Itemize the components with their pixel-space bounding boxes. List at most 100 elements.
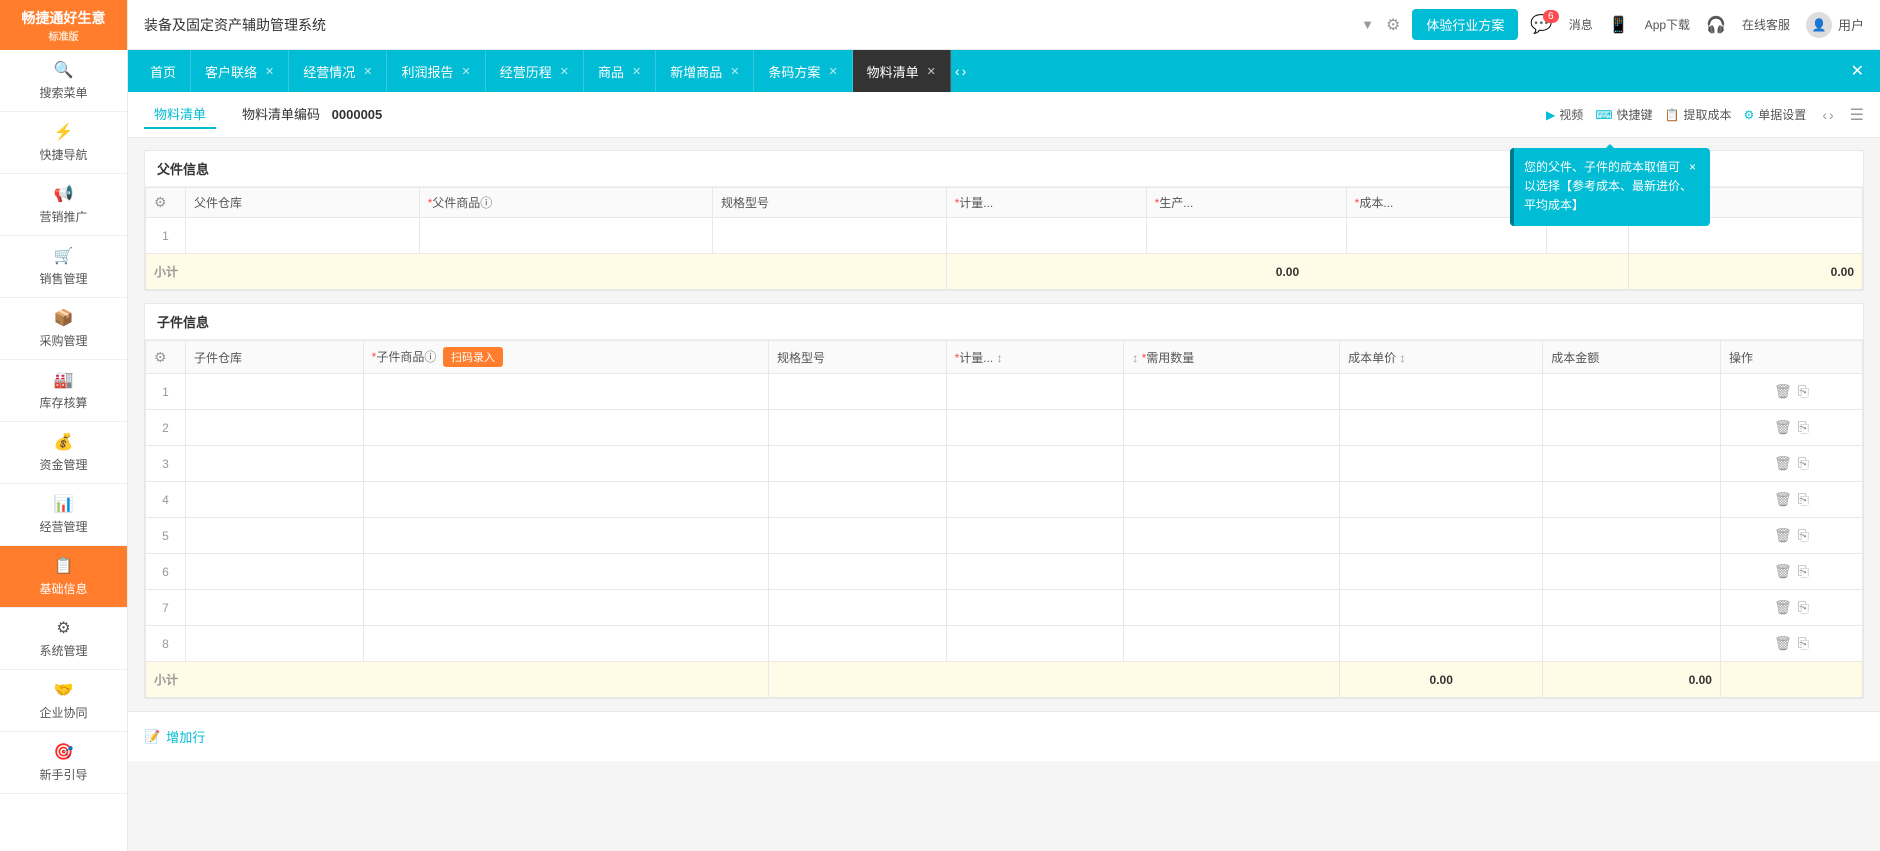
nav-tab-7[interactable]: 条码方案✕ (754, 50, 852, 92)
child-cell-spec-5[interactable] (768, 518, 946, 554)
nav-tab-4[interactable]: 经营历程✕ (486, 50, 584, 92)
sidebar-item-5[interactable]: 🏭库存核算 (0, 360, 127, 422)
child-copy-8[interactable]: ⎘ (1798, 635, 1809, 652)
child-cell-spec-8[interactable] (768, 626, 946, 662)
child-cell-product-5[interactable] (363, 518, 768, 554)
message-icon[interactable]: 💬 6 (1530, 14, 1552, 35)
sub-tab-material-list[interactable]: 物料清单 (144, 100, 216, 129)
child-delete-3[interactable]: 🗑 (1774, 455, 1792, 472)
headset-icon[interactable]: 🎧 (1706, 15, 1726, 35)
child-cell-unit-price-3[interactable] (1340, 446, 1543, 482)
settings-icon[interactable]: ⚙ (1386, 15, 1400, 35)
child-cell-unit-6[interactable] (946, 554, 1124, 590)
parent-col-settings[interactable]: ⚙ (146, 188, 186, 218)
child-cell-qty-5[interactable] (1124, 518, 1340, 554)
nav-tab-5[interactable]: 商品✕ (584, 50, 656, 92)
online-service-label[interactable]: 在线客服 (1742, 16, 1790, 33)
child-cell-unit-price-2[interactable] (1340, 410, 1543, 446)
child-delete-5[interactable]: 🗑 (1774, 527, 1792, 544)
nav-tab-0[interactable]: 首页 (136, 50, 191, 92)
sidebar-item-7[interactable]: 📊经营管理 (0, 484, 127, 546)
child-cell-product-3[interactable] (363, 446, 768, 482)
child-cell-warehouse-6[interactable] (186, 554, 364, 590)
sidebar-item-10[interactable]: 🤝企业协同 (0, 670, 127, 732)
sub-nav-next[interactable]: › (1829, 107, 1834, 123)
sidebar-item-6[interactable]: 💰资金管理 (0, 422, 127, 484)
child-cell-qty-7[interactable] (1124, 590, 1340, 626)
child-cell-warehouse-3[interactable] (186, 446, 364, 482)
nav-tab-close-4[interactable]: ✕ (560, 65, 569, 78)
shortcut-action[interactable]: ⌨ 快捷键 (1595, 106, 1652, 123)
sidebar-item-2[interactable]: 📢营销推广 (0, 174, 127, 236)
child-cell-unit-7[interactable] (946, 590, 1124, 626)
sub-nav-prev[interactable]: ‹ (1822, 107, 1827, 123)
child-cell-unit-5[interactable] (946, 518, 1124, 554)
child-cell-qty-2[interactable] (1124, 410, 1340, 446)
child-cell-spec-4[interactable] (768, 482, 946, 518)
child-copy-3[interactable]: ⎘ (1798, 455, 1809, 472)
child-cell-qty-8[interactable] (1124, 626, 1340, 662)
nav-next[interactable]: › (962, 63, 967, 79)
child-copy-1[interactable]: ⎘ (1798, 383, 1809, 400)
sidebar-item-11[interactable]: 🎯新手引导 (0, 732, 127, 794)
nav-tab-1[interactable]: 客户联络✕ (191, 50, 289, 92)
child-delete-6[interactable]: 🗑 (1774, 563, 1792, 580)
sidebar-item-8[interactable]: 📋基础信息 (0, 546, 127, 608)
child-cell-unit-price-5[interactable] (1340, 518, 1543, 554)
child-cell-product-2[interactable] (363, 410, 768, 446)
nav-tab-close-1[interactable]: ✕ (265, 65, 274, 78)
nav-tab-6[interactable]: 新增商品✕ (656, 50, 754, 92)
nav-tab-close-2[interactable]: ✕ (363, 65, 372, 78)
nav-tab-2[interactable]: 经营情况✕ (289, 50, 387, 92)
child-cell-product-6[interactable] (363, 554, 768, 590)
child-cell-product-4[interactable] (363, 482, 768, 518)
child-cell-spec-3[interactable] (768, 446, 946, 482)
child-cell-product-7[interactable] (363, 590, 768, 626)
parent-cell-warehouse-1[interactable] (186, 218, 420, 254)
child-cell-qty-6[interactable] (1124, 554, 1340, 590)
child-delete-4[interactable]: 🗑 (1774, 491, 1792, 508)
child-cell-unit-price-7[interactable] (1340, 590, 1543, 626)
child-cell-spec-6[interactable] (768, 554, 946, 590)
child-cell-qty-1[interactable] (1124, 374, 1340, 410)
child-delete-7[interactable]: 🗑 (1774, 599, 1792, 616)
child-cell-warehouse-4[interactable] (186, 482, 364, 518)
nav-tab-close-7[interactable]: ✕ (828, 65, 837, 78)
app-download-icon[interactable]: 📱 (1609, 15, 1629, 35)
child-cell-unit-price-1[interactable] (1340, 374, 1543, 410)
child-cell-unit-2[interactable] (946, 410, 1124, 446)
parent-cell-spec-1[interactable] (713, 218, 947, 254)
doc-settings-action[interactable]: ⚙ 单据设置 (1744, 106, 1807, 123)
child-cell-spec-7[interactable] (768, 590, 946, 626)
child-cell-spec-1[interactable] (768, 374, 946, 410)
extract-cost-action[interactable]: 📋 提取成本 (1665, 106, 1732, 123)
sidebar-item-4[interactable]: 📦采购管理 (0, 298, 127, 360)
child-cell-warehouse-2[interactable] (186, 410, 364, 446)
sidebar-item-0[interactable]: 🔍搜索菜单 (0, 50, 127, 112)
child-cell-product-8[interactable] (363, 626, 768, 662)
view-mode-icon[interactable]: ☰ (1850, 105, 1864, 125)
nav-close-all[interactable]: ✕ (1843, 61, 1872, 81)
child-cell-unit-8[interactable] (946, 626, 1124, 662)
child-delete-8[interactable]: 🗑 (1774, 635, 1792, 652)
child-cell-qty-4[interactable] (1124, 482, 1340, 518)
nav-tab-close-6[interactable]: ✕ (730, 65, 739, 78)
parent-cell-production-1[interactable] (1146, 218, 1346, 254)
add-row-btn[interactable]: 📝 增加行 (144, 727, 205, 746)
child-cell-unit-3[interactable] (946, 446, 1124, 482)
nav-tab-close-3[interactable]: ✕ (462, 65, 471, 78)
child-copy-7[interactable]: ⎘ (1798, 599, 1809, 616)
nav-tab-8[interactable]: 物料清单✕ (853, 50, 951, 92)
child-cell-warehouse-5[interactable] (186, 518, 364, 554)
trial-btn[interactable]: 体验行业方案 (1412, 9, 1518, 40)
child-cell-warehouse-8[interactable] (186, 626, 364, 662)
scan-input-btn[interactable]: 扫码录入 (443, 347, 503, 367)
child-copy-5[interactable]: ⎘ (1798, 527, 1809, 544)
child-cell-unit-1[interactable] (946, 374, 1124, 410)
child-cell-unit-price-4[interactable] (1340, 482, 1543, 518)
nav-tab-close-8[interactable]: ✕ (927, 65, 936, 78)
child-cell-warehouse-1[interactable] (186, 374, 364, 410)
tooltip-close[interactable]: × (1689, 158, 1696, 177)
child-cell-unit-4[interactable] (946, 482, 1124, 518)
nav-tab-close-5[interactable]: ✕ (632, 65, 641, 78)
